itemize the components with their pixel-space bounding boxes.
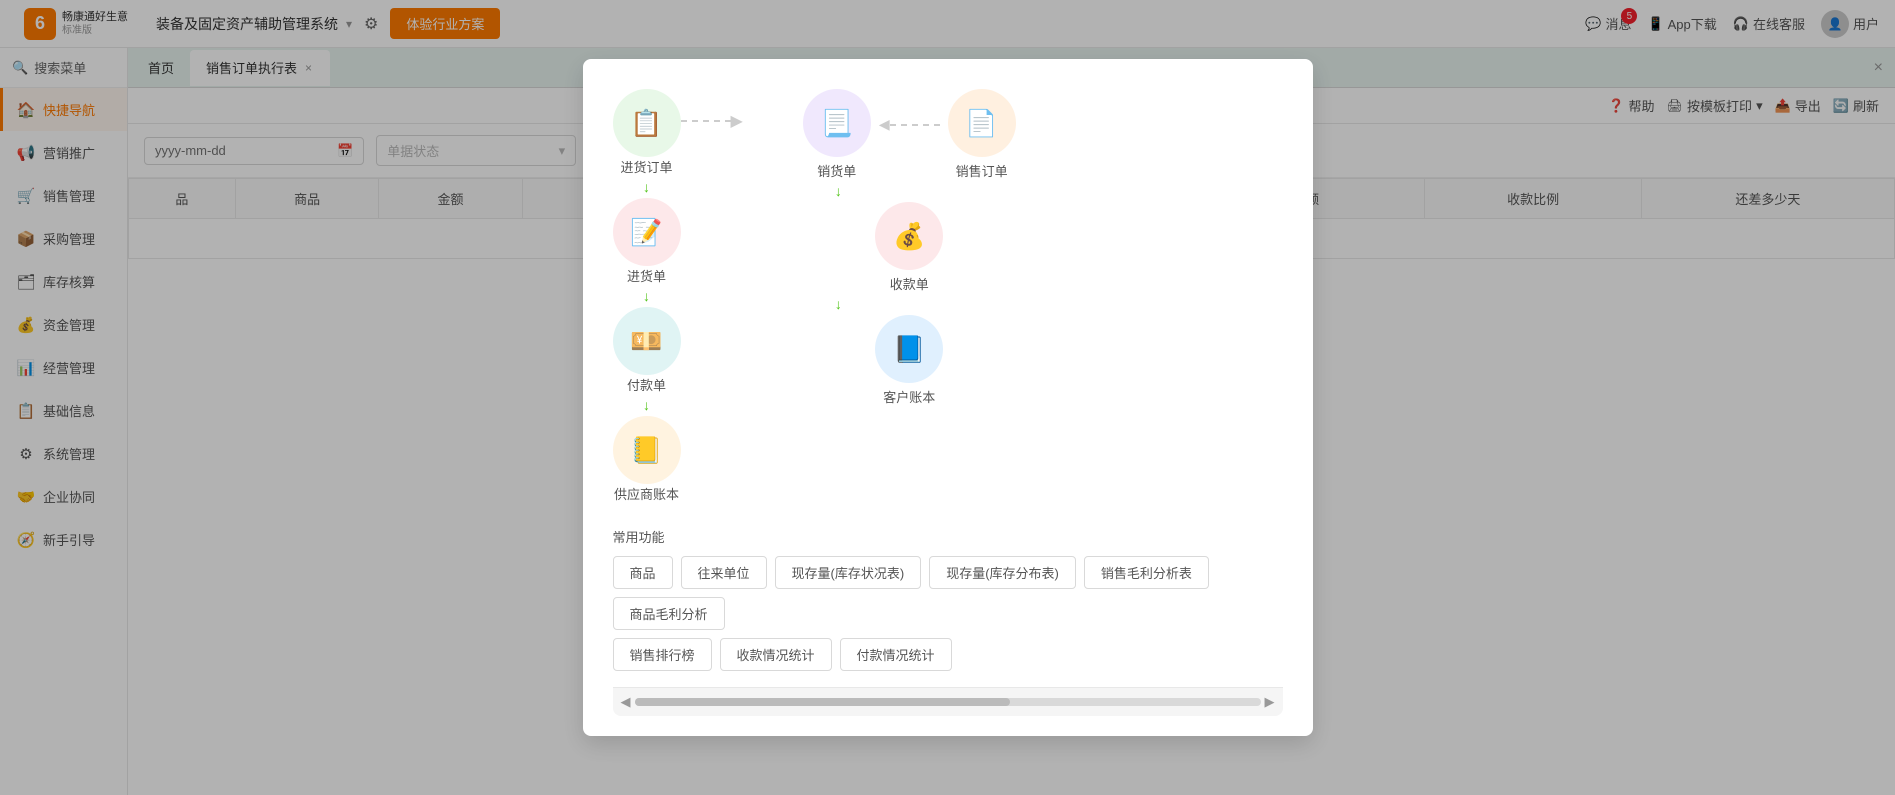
func-btn-sales-rank[interactable]: 销售排行榜 bbox=[613, 638, 712, 671]
payment-label: 付款单 bbox=[627, 375, 666, 394]
flow-pair-purchase-receipt: 📝 进货单 bbox=[613, 198, 681, 285]
arrow-down-sales: ↓ bbox=[835, 184, 842, 198]
receipt-icon[interactable]: 💰 bbox=[875, 202, 943, 270]
arrow-down-2: ↓ bbox=[643, 289, 650, 303]
flow-pair-supplier-ledger: 📒 供应商账本 bbox=[613, 416, 681, 503]
scroll-left-icon[interactable]: ◀ bbox=[621, 694, 631, 710]
func-btn-product[interactable]: 商品 bbox=[613, 556, 673, 589]
func-btn-stock-dist[interactable]: 现存量(库存分布表) bbox=[929, 556, 1076, 589]
func-btn-payment-stats[interactable]: 付款情况统计 bbox=[840, 638, 952, 671]
func-btn-sales-profit[interactable]: 销售毛利分析表 bbox=[1084, 556, 1209, 589]
func-btn-partner[interactable]: 往来单位 bbox=[681, 556, 767, 589]
func-btn-product-profit[interactable]: 商品毛利分析 bbox=[613, 597, 725, 630]
common-func-title: 常用功能 bbox=[613, 527, 1283, 546]
arrow-down-3: ↓ bbox=[643, 398, 650, 412]
flow-diagram: 📋 进货订单 ↓ 📝 进货单 ↓ 💴 付款单 ↓ 📒 供应商账本 bbox=[613, 89, 1283, 503]
common-functions-section: 常用功能 商品 往来单位 现存量(库存状况表) 现存量(库存分布表) 销售毛利分… bbox=[613, 527, 1283, 671]
func-buttons-row2: 销售排行榜 收款情况统计 付款情况统计 bbox=[613, 638, 1283, 671]
sales-order-icon[interactable]: 📄 bbox=[948, 89, 1016, 157]
func-btn-receipt-stats[interactable]: 收款情况统计 bbox=[720, 638, 832, 671]
scroll-track bbox=[635, 698, 1261, 706]
scroll-right-icon[interactable]: ▶ bbox=[1265, 694, 1275, 710]
popup-overlay[interactable]: 📋 进货订单 ↓ 📝 进货单 ↓ 💴 付款单 ↓ 📒 供应商账本 bbox=[0, 0, 1895, 795]
payment-icon[interactable]: 💴 bbox=[613, 307, 681, 375]
func-buttons-row1: 商品 往来单位 现存量(库存状况表) 现存量(库存分布表) 销售毛利分析表 商品… bbox=[613, 556, 1283, 630]
arrow-down-receipt: ↓ bbox=[835, 297, 842, 311]
supplier-ledger-label: 供应商账本 bbox=[614, 484, 679, 503]
scroll-thumb[interactable] bbox=[635, 698, 1011, 706]
func-btn-stock-status[interactable]: 现存量(库存状况表) bbox=[775, 556, 922, 589]
sales-order-label: 销售订单 bbox=[956, 161, 1008, 180]
customer-ledger-label: 客户账本 bbox=[883, 387, 935, 406]
purchase-order-icon[interactable]: 📋 bbox=[613, 89, 681, 157]
scroll-bar-area: ◀ ▶ bbox=[613, 687, 1283, 716]
customer-ledger-icon[interactable]: 📘 bbox=[875, 315, 943, 383]
arrow-down-1: ↓ bbox=[643, 180, 650, 194]
flow-pair-purchase-order: 📋 进货订单 bbox=[613, 89, 681, 176]
sales-receipt-label: 销货单 bbox=[817, 161, 856, 180]
receipt-label: 收款单 bbox=[890, 274, 929, 293]
purchase-receipt-label: 进货单 bbox=[627, 266, 666, 285]
flow-pair-payment: 💴 付款单 bbox=[613, 307, 681, 394]
popup-dialog: 📋 进货订单 ↓ 📝 进货单 ↓ 💴 付款单 ↓ 📒 供应商账本 bbox=[583, 59, 1313, 736]
purchase-order-label: 进货订单 bbox=[620, 157, 672, 176]
sales-receipt-icon[interactable]: 📃 bbox=[803, 89, 871, 157]
supplier-ledger-icon[interactable]: 📒 bbox=[613, 416, 681, 484]
purchase-receipt-icon[interactable]: 📝 bbox=[613, 198, 681, 266]
